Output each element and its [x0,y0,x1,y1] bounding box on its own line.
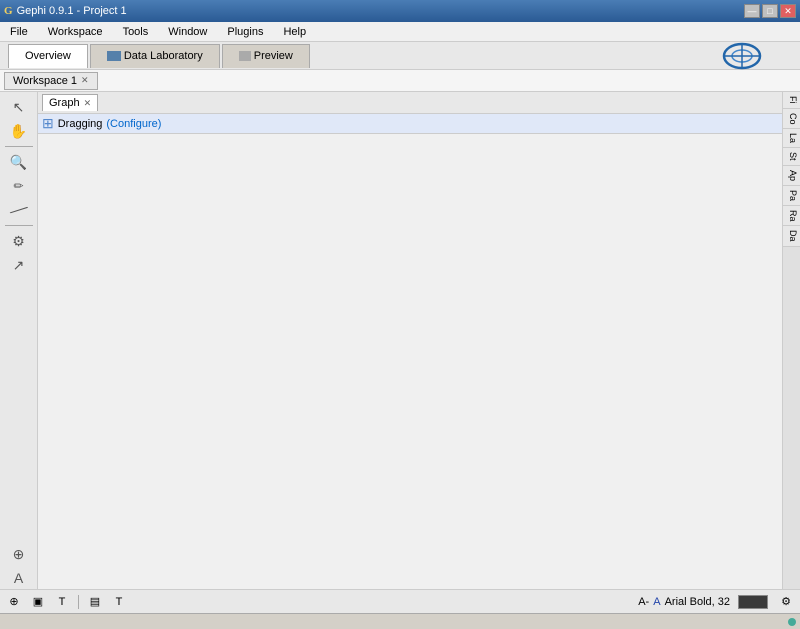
sidebar-icon-line[interactable]: ╱ [1,192,36,227]
panel-tab-layout[interactable]: La [783,129,800,148]
workspace-label: Workspace 1 [13,75,77,87]
sidebar-icon-select[interactable]: ↖ [5,96,33,118]
configure-link[interactable]: (Configure) [106,118,161,130]
dragging-bar: ⊞ Dragging (Configure) [38,114,782,134]
sidebar-icon-bottom2[interactable]: A [5,567,33,589]
workspace-close-icon[interactable]: ✕ [81,75,89,86]
menu-tools[interactable]: Tools [117,24,155,40]
dragging-icon: ⊞ [42,115,54,132]
font-size-label: A- [638,596,649,608]
sidebar-separator-1 [5,146,33,147]
workspace-bar: Workspace 1 ✕ [0,70,800,92]
data-lab-icon [107,51,121,61]
color-box[interactable] [738,595,768,609]
graph-tab-label: Graph [49,97,80,109]
right-panel-tabs: Fi Co La St Ap Pa Ra Da [782,92,800,589]
tab-preview[interactable]: Preview [222,44,310,68]
panel-tab-appearance[interactable]: Ap [783,166,800,186]
toolbar-separator [78,595,79,609]
toolbar-icon-2[interactable]: ▣ [28,593,48,611]
gephi-logo [722,42,792,70]
close-app-button[interactable]: ✕ [780,4,796,18]
sidebar-icon-zoom[interactable]: 🔍 [5,151,33,173]
panel-tab-context[interactable]: Co [783,109,800,130]
panel-tab-ranking[interactable]: Ra [783,206,800,227]
app-icon: G [4,5,13,17]
sidebar-icon-cursor[interactable]: ↗ [5,254,33,276]
menu-file[interactable]: File [4,24,34,40]
app-title: Gephi 0.9.1 - Project 1 [17,5,127,17]
toolbar-icon-extra[interactable]: ⚙ [776,593,796,611]
sidebar-icon-bottom1[interactable]: ⊕ [5,543,33,565]
main-layout: ↖ ✋ 🔍 ✏ ╱ ⚙ ↗ ⊕ A Graph ✕ ⊞ Dragging (Co… [0,92,800,589]
graph-tab-close-icon[interactable]: ✕ [84,98,92,109]
minimize-button[interactable]: — [744,4,760,18]
graph-area: Graph ✕ ⊞ Dragging (Configure) [38,92,782,589]
graph-tab-bar: Graph ✕ [38,92,782,114]
panel-tab-partition[interactable]: Pa [783,186,800,206]
sidebar-icon-settings[interactable]: ⚙ [5,230,33,252]
menu-workspace[interactable]: Workspace [42,24,109,40]
title-bar-controls: — □ ✕ [744,4,796,18]
title-bar: G Gephi 0.9.1 - Project 1 — □ ✕ [0,0,800,22]
menu-window[interactable]: Window [162,24,213,40]
dragging-label: Dragging [58,118,103,130]
font-name-value: Arial Bold, 32 [665,596,730,608]
font-indicator: A [653,596,660,608]
left-sidebar: ↖ ✋ 🔍 ✏ ╱ ⚙ ↗ ⊕ A [0,92,38,589]
panel-tab-data[interactable]: Da [783,226,800,247]
graph-tab-item[interactable]: Graph ✕ [42,94,98,111]
tab-data-laboratory[interactable]: Data Laboratory [90,44,220,68]
bottom-toolbar: ⊕ ▣ T ▤ T A- A Arial Bold, 32 ⚙ [0,589,800,613]
menu-help[interactable]: Help [277,24,312,40]
tab-bar: Overview Data Laboratory Preview [0,42,800,70]
gephi-logo-area [722,42,792,70]
workspace-tab[interactable]: Workspace 1 ✕ [4,72,98,90]
toolbar-icon-4[interactable]: ▤ [85,593,105,611]
menu-bar: File Workspace Tools Window Plugins Help [0,22,800,42]
status-dot-icon [788,618,796,626]
toolbar-icon-3[interactable]: T [52,593,72,611]
menu-plugins[interactable]: Plugins [221,24,269,40]
title-bar-left: G Gephi 0.9.1 - Project 1 [4,5,127,17]
tab-overview[interactable]: Overview [8,44,88,68]
status-bar [0,613,800,629]
sidebar-icon-move[interactable]: ✋ [5,120,33,142]
maximize-button[interactable]: □ [762,4,778,18]
panel-tab-stats[interactable]: St [783,148,800,166]
panel-tab-filters[interactable]: Fi [783,92,800,109]
toolbar-icon-1[interactable]: ⊕ [4,593,24,611]
preview-icon [239,51,251,61]
toolbar-icon-5[interactable]: T [109,593,129,611]
